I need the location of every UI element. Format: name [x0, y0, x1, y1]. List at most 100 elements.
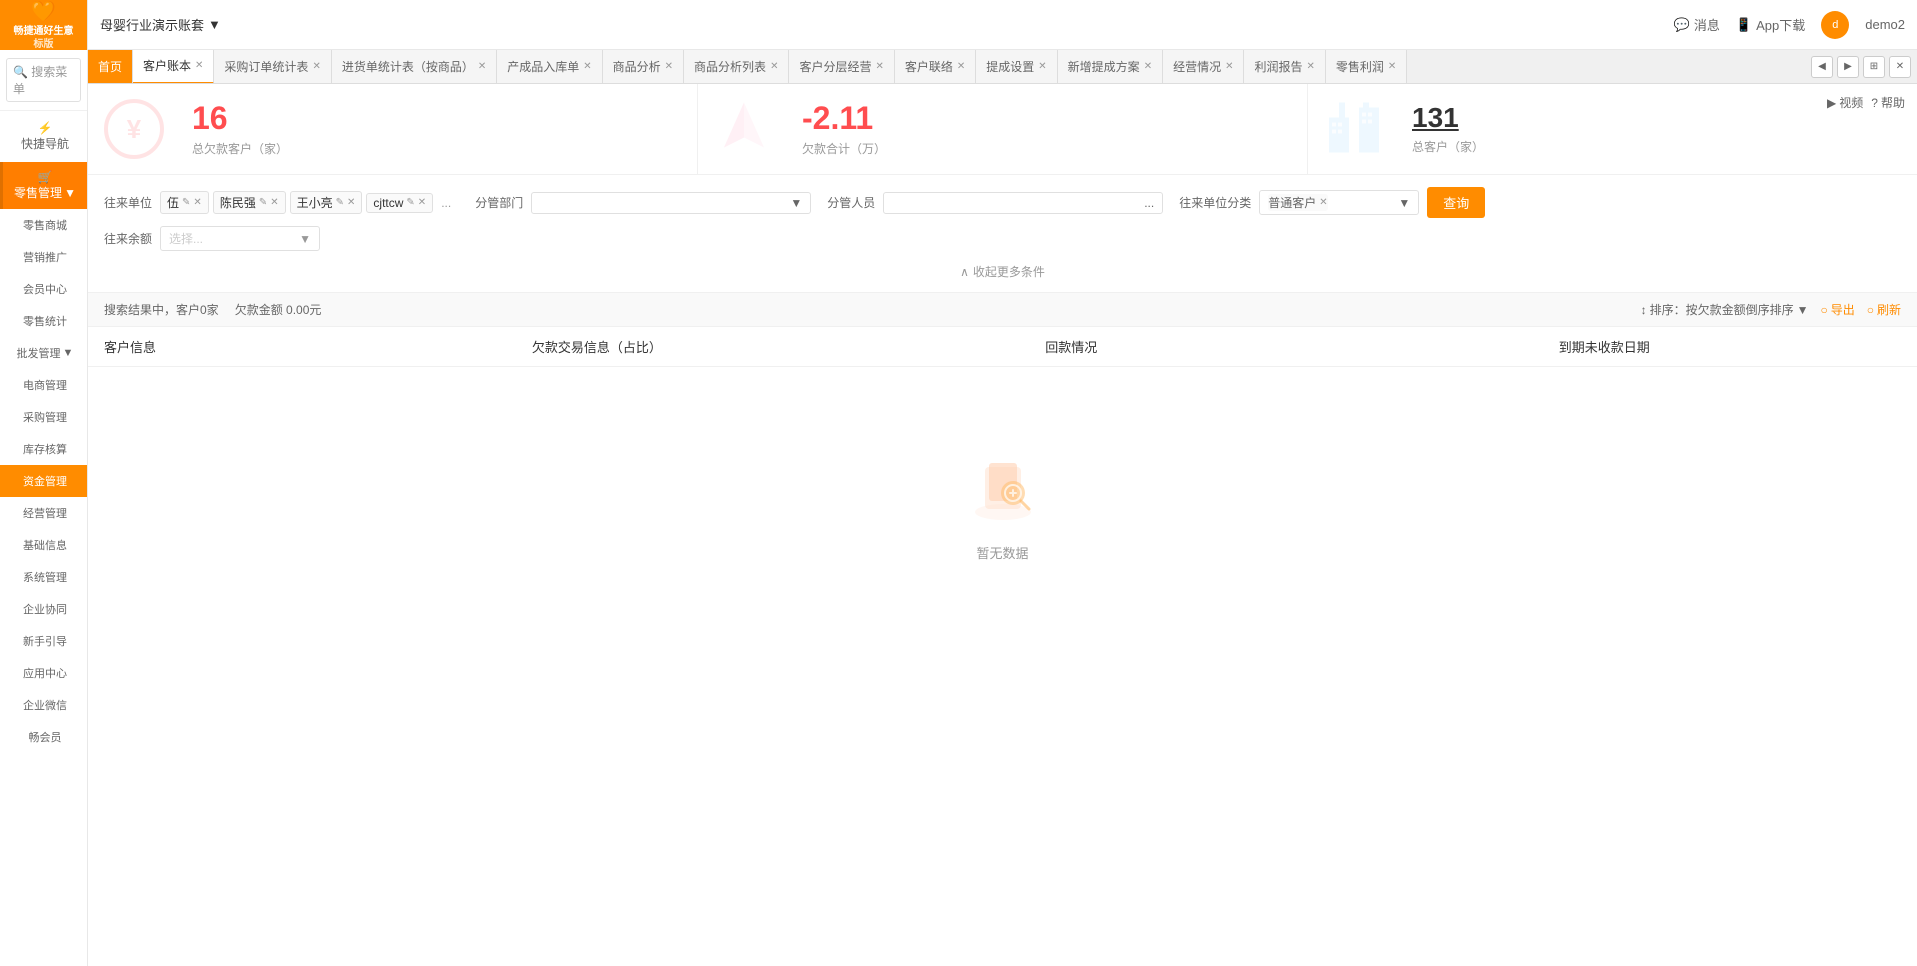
filter-area: 往来单位 伍 ✎ ✕ 陈民强 ✎ ✕ 王小亮 ✎ ✕: [88, 175, 1917, 293]
balance-input[interactable]: 选择... ▼: [160, 226, 320, 251]
sidebar-item-vip[interactable]: 畅会员: [0, 721, 87, 753]
help-button[interactable]: ? 帮助: [1871, 94, 1905, 111]
sidebar-item-retailstat[interactable]: 零售统计: [0, 305, 87, 337]
video-button[interactable]: ▶ 视频: [1827, 94, 1863, 111]
person-more-btn[interactable]: ...: [1144, 196, 1154, 210]
results-count: 搜索结果中，客户0家: [104, 301, 219, 318]
tab-inventory-stat[interactable]: 进货单统计表（按商品） ✕: [332, 50, 497, 84]
export-icon: ○: [1820, 303, 1827, 317]
appcenter-label: 应用中心: [23, 668, 67, 680]
sidebar-item-purchase[interactable]: 采购管理: [0, 401, 87, 433]
tab-new-scheme[interactable]: 新增提成方案 ✕: [1058, 50, 1163, 84]
tag-wang-close[interactable]: ✕: [347, 197, 355, 208]
sidebar-item-wxwork[interactable]: 企业微信: [0, 689, 87, 721]
sidebar-item-newguide[interactable]: 新手引导: [0, 625, 87, 657]
tab-goods-list[interactable]: 商品分析列表 ✕: [684, 50, 789, 84]
sidebar-item-retailmall[interactable]: 零售商城: [0, 209, 87, 241]
sort-button[interactable]: ↕ 排序：按欠款金额倒序排序 ▼: [1641, 301, 1809, 318]
tag-wu-edit[interactable]: ✎: [182, 197, 190, 208]
tag-cj-edit[interactable]: ✎: [406, 197, 414, 208]
tab-retail-profit-close[interactable]: ✕: [1388, 61, 1396, 72]
tab-inventory-close[interactable]: ✕: [478, 61, 486, 72]
tag-chen-close[interactable]: ✕: [270, 197, 278, 208]
unit-type-select[interactable]: 普通客户 ✕ ▼: [1259, 190, 1419, 215]
unit-type-label: 往来单位分类: [1179, 194, 1251, 211]
filter-more-button[interactable]: ...: [437, 194, 455, 212]
tab-prev-button[interactable]: ◀: [1811, 56, 1833, 78]
tab-customer-tier[interactable]: 客户分层经营 ✕: [789, 50, 894, 84]
search-menu-button[interactable]: 🔍 搜索菜单: [6, 58, 81, 102]
sidebar-item-marketing[interactable]: 营销推广: [0, 241, 87, 273]
tab-product-in[interactable]: 产成品入库单 ✕: [497, 50, 602, 84]
tab-opsstatus-close[interactable]: ✕: [1225, 61, 1233, 72]
sidebar-item-inventory[interactable]: 库存核算: [0, 433, 87, 465]
tab-ops-status[interactable]: 经营情况 ✕: [1163, 50, 1244, 84]
tag-wang-edit[interactable]: ✎: [336, 197, 344, 208]
sort-icon: ↕: [1641, 303, 1647, 317]
person-select[interactable]: ...: [883, 192, 1163, 214]
tab-close-all-button[interactable]: ✕: [1889, 56, 1911, 78]
tab-expand-button[interactable]: ⊞: [1863, 56, 1885, 78]
tab-profit-report[interactable]: 利润报告 ✕: [1244, 50, 1325, 84]
tab-tier-close[interactable]: ✕: [875, 61, 883, 72]
tab-commission-setting[interactable]: 提成设置 ✕: [976, 50, 1057, 84]
sidebar-item-member[interactable]: 会员中心: [0, 273, 87, 305]
sidebar-item-ecommerce[interactable]: 电商管理: [0, 369, 87, 401]
tab-goodslist-close[interactable]: ✕: [770, 61, 778, 72]
sidebar-item-basic[interactable]: 基础信息: [0, 529, 87, 561]
export-button[interactable]: ○ 导出: [1820, 301, 1854, 318]
user-avatar[interactable]: d: [1821, 11, 1849, 39]
message-button[interactable]: 💬 消息: [1674, 15, 1720, 34]
dept-select[interactable]: ▼: [531, 192, 811, 214]
tab-profit-label: 利润报告: [1254, 58, 1302, 75]
tab-retail-profit[interactable]: 零售利润 ✕: [1326, 50, 1407, 84]
stat-customers-label: 总欠款客户（家）: [192, 140, 288, 157]
tab-goodslist-label: 商品分析列表: [694, 58, 766, 75]
tag-wu-close[interactable]: ✕: [193, 197, 201, 208]
help-label: 帮助: [1881, 94, 1905, 111]
tab-customer-ledger[interactable]: 客户账本 ✕: [133, 50, 214, 84]
query-button[interactable]: 查询: [1427, 187, 1485, 218]
tab-customer-contact[interactable]: 客户联络 ✕: [895, 50, 976, 84]
inventory-label: 库存核算: [23, 444, 67, 456]
quicknav-label: 快捷导航: [9, 135, 81, 152]
empty-text: 暂无数据: [976, 543, 1028, 562]
stat-total-label: 总客户（家）: [1412, 138, 1484, 155]
app-download-button[interactable]: 📱 App下载: [1736, 15, 1805, 34]
unit-type-close[interactable]: ✕: [1319, 197, 1327, 208]
retail-icon: 🛒: [38, 170, 53, 184]
sidebar-item-appcenter[interactable]: 应用中心: [0, 657, 87, 689]
purchase-label: 采购管理: [23, 412, 67, 424]
sidebar-item-system[interactable]: 系统管理: [0, 561, 87, 593]
refresh-label: 刷新: [1877, 301, 1901, 318]
tab-product-close[interactable]: ✕: [583, 61, 591, 72]
tab-goods-close[interactable]: ✕: [665, 61, 673, 72]
sidebar-item-wholesale[interactable]: 批发管理 ▼: [0, 337, 87, 369]
tab-contact-close[interactable]: ✕: [957, 61, 965, 72]
results-actions: ↕ 排序：按欠款金额倒序排序 ▼ ○ 导出 ○ 刷新: [1641, 301, 1901, 318]
tab-commission-close[interactable]: ✕: [1038, 61, 1046, 72]
tag-cj-close[interactable]: ✕: [418, 197, 426, 208]
tab-profit-close[interactable]: ✕: [1307, 61, 1315, 72]
sidebar-item-quicknav[interactable]: ⚡ 快捷导航: [0, 111, 87, 162]
sidebar-item-finance[interactable]: 资金管理: [0, 465, 87, 497]
tab-purchase-close[interactable]: ✕: [312, 61, 320, 72]
account-selector[interactable]: 母婴行业演示账套 ▼: [100, 15, 221, 34]
tag-chen-edit[interactable]: ✎: [259, 197, 267, 208]
sidebar-item-collab[interactable]: 企业协同: [0, 593, 87, 625]
filter-tag-wu: 伍 ✎ ✕: [160, 191, 209, 214]
tab-next-button[interactable]: ▶: [1837, 56, 1859, 78]
refresh-button[interactable]: ○ 刷新: [1867, 301, 1901, 318]
collapse-button[interactable]: ∧ 收起更多条件: [960, 263, 1045, 280]
tab-inventory-label: 进货单统计表（按商品）: [342, 58, 474, 75]
tab-scheme-close[interactable]: ✕: [1144, 61, 1152, 72]
tab-goods-analysis[interactable]: 商品分析 ✕: [603, 50, 684, 84]
col-debt-header: 欠款交易信息（占比）: [532, 337, 1045, 356]
sidebar-item-retail[interactable]: 🛒 零售管理 ▼: [0, 162, 87, 209]
empty-icon: [963, 447, 1043, 527]
tag-chen-label: 陈民强: [220, 194, 256, 211]
tab-purchase-order[interactable]: 采购订单统计表 ✕: [214, 50, 331, 84]
tab-home[interactable]: 首页: [88, 50, 133, 84]
tab-customer-close[interactable]: ✕: [195, 60, 203, 71]
sidebar-item-ops[interactable]: 经营管理: [0, 497, 87, 529]
